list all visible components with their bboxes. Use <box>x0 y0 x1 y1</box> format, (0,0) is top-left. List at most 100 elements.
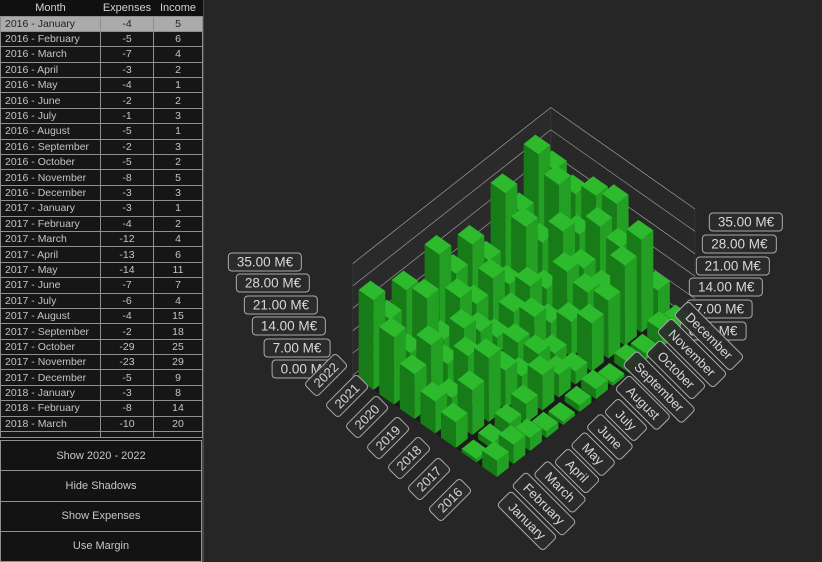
table-row[interactable]: 2016 - September -2 3 <box>0 138 203 156</box>
cell-income: 9 <box>153 369 203 386</box>
data-panel: Month Expenses Income 2016 - January -4 5 2… <box>0 0 204 562</box>
cell-month: 2017 - October <box>0 338 101 356</box>
cell-month: 2017 - January <box>0 200 101 217</box>
cell-income: 3 <box>153 184 203 202</box>
cell-month: 2018 - March <box>0 415 101 433</box>
table-row[interactable]: 2017 - February -4 2 <box>0 215 203 232</box>
cell-income: 2 <box>153 92 203 109</box>
cell-month: 2018 - January <box>0 384 101 402</box>
cell-expenses: -14 <box>100 261 154 279</box>
chart-area[interactable]: 0.00 M€ 7.00 M€ 14.00 M€ 21.00 M€ 28.00 M€ 35… <box>204 0 822 562</box>
cell-month: 2017 - July <box>0 292 101 309</box>
cell-expenses: -10 <box>100 415 154 433</box>
cell-income: 4 <box>153 292 203 309</box>
cell-income: 8 <box>153 384 203 402</box>
cell-income: 1 <box>153 200 203 217</box>
cell-month: 2017 - June <box>0 277 101 294</box>
column-header-month: Month <box>0 0 101 16</box>
cell-income: 3 <box>153 107 203 125</box>
cell-income: 1 <box>153 77 203 94</box>
cell-expenses: -7 <box>100 277 154 294</box>
panel-button-stack: Show 2020 - 2022 Hide Shadows Show Expen… <box>0 440 202 562</box>
show-expenses-button[interactable]: Show Expenses <box>0 500 202 532</box>
cell-expenses: -3 <box>100 61 154 79</box>
cell-month: 2017 - May <box>0 261 101 279</box>
cell-expenses: -6 <box>100 292 154 309</box>
table-row[interactable]: 2016 - February -5 6 <box>0 30 203 48</box>
table-row[interactable]: 2017 - September -2 18 <box>0 323 203 340</box>
table-row[interactable]: 2016 - August -5 1 <box>0 123 203 140</box>
cell-month: 2016 - July <box>0 107 101 125</box>
cell-month: 2016 - December <box>0 184 101 202</box>
cell-expenses: -5 <box>100 123 154 140</box>
table-row[interactable]: 2018 - January -3 8 <box>0 384 203 402</box>
table-row[interactable]: 2016 - April -3 2 <box>0 61 203 79</box>
table-row[interactable]: 2016 - October -5 2 <box>0 154 203 171</box>
table-row[interactable]: 2017 - October -29 25 <box>0 338 203 356</box>
cell-income: 1 <box>153 123 203 140</box>
table-row[interactable]: 2016 - November -8 5 <box>0 169 203 186</box>
cell-expenses: -8 <box>100 400 154 417</box>
data-table: Month Expenses Income 2016 - January -4 5 2… <box>0 0 203 439</box>
cell-month: 2016 - March <box>0 46 101 63</box>
cell-expenses: -2 <box>100 138 154 156</box>
table-row[interactable]: 2018 - March -10 20 <box>0 415 203 433</box>
cell-income: 5 <box>153 15 203 32</box>
column-header-expenses: Expenses <box>100 0 154 16</box>
table-header: Month Expenses Income <box>0 0 203 16</box>
hide-shadows-button[interactable]: Hide Shadows <box>0 470 202 502</box>
table-row[interactable]: 2016 - May -4 1 <box>0 77 203 94</box>
table-row[interactable]: 2017 - May -14 11 <box>0 261 203 279</box>
cell-income: 29 <box>153 354 203 371</box>
table-row[interactable]: 2016 - December -3 3 <box>0 184 203 202</box>
cell-month: 2016 - October <box>0 154 101 171</box>
bar-face-right <box>624 256 637 346</box>
table-row[interactable]: 2017 - July -6 4 <box>0 292 203 309</box>
cell-month: 2017 - September <box>0 323 101 340</box>
cell-month: 2017 - April <box>0 246 101 263</box>
show-years-button[interactable]: Show 2020 - 2022 <box>0 440 202 472</box>
cell-expenses: -8 <box>100 169 154 186</box>
cell-income: 7 <box>153 277 203 294</box>
cell-expenses: -3 <box>100 184 154 202</box>
cell-month: 2016 - November <box>0 169 101 186</box>
table-row[interactable]: 2016 - July -1 3 <box>0 107 203 125</box>
cell-expenses: -2 <box>100 92 154 109</box>
cell-expenses: -4 <box>100 307 154 325</box>
cell-expenses: -2 <box>100 323 154 340</box>
cell-income: 20 <box>153 415 203 433</box>
table-body: 2016 - January -4 5 2016 - February -5 6 2016 … <box>0 15 203 439</box>
cell-expenses: -3 <box>100 200 154 217</box>
cell-month: 2016 - August <box>0 123 101 140</box>
cell-income: 3 <box>153 138 203 156</box>
cell-expenses: -5 <box>100 369 154 386</box>
table-row[interactable]: 2017 - January -3 1 <box>0 200 203 217</box>
cell-expenses: -29 <box>100 338 154 356</box>
table-row[interactable]: 2017 - April -13 6 <box>0 246 203 263</box>
table-row[interactable]: 2016 - January -4 5 <box>0 15 203 32</box>
table-row[interactable]: 2016 - March -7 4 <box>0 46 203 63</box>
cell-month: 2017 - August <box>0 307 101 325</box>
table-row[interactable]: 2017 - December -5 9 <box>0 369 203 386</box>
table-row[interactable]: 2017 - November -23 29 <box>0 354 203 371</box>
cell-income: 15 <box>153 307 203 325</box>
cell-month: 2016 - January <box>0 15 101 32</box>
bar-face-right <box>608 291 621 359</box>
cell-month: 2016 - September <box>0 138 101 156</box>
table-row[interactable]: 2017 - March -12 4 <box>0 230 203 248</box>
cell-month: 2017 - March <box>0 230 101 248</box>
table-spacer-row <box>0 431 203 439</box>
table-row[interactable]: 2018 - February -8 14 <box>0 400 203 417</box>
cell-income: 11 <box>153 261 203 279</box>
bar-face-left <box>358 290 374 390</box>
bar3d-chart <box>352 106 696 477</box>
cell-month: 2016 - May <box>0 77 101 94</box>
table-row[interactable]: 2016 - June -2 2 <box>0 92 203 109</box>
cell-income: 25 <box>153 338 203 356</box>
cell-expenses: -5 <box>100 154 154 171</box>
cell-month: 2016 - June <box>0 92 101 109</box>
use-margin-button[interactable]: Use Margin <box>0 530 202 562</box>
table-row[interactable]: 2017 - August -4 15 <box>0 307 203 325</box>
cell-income: 4 <box>153 230 203 248</box>
table-row[interactable]: 2017 - June -7 7 <box>0 277 203 294</box>
